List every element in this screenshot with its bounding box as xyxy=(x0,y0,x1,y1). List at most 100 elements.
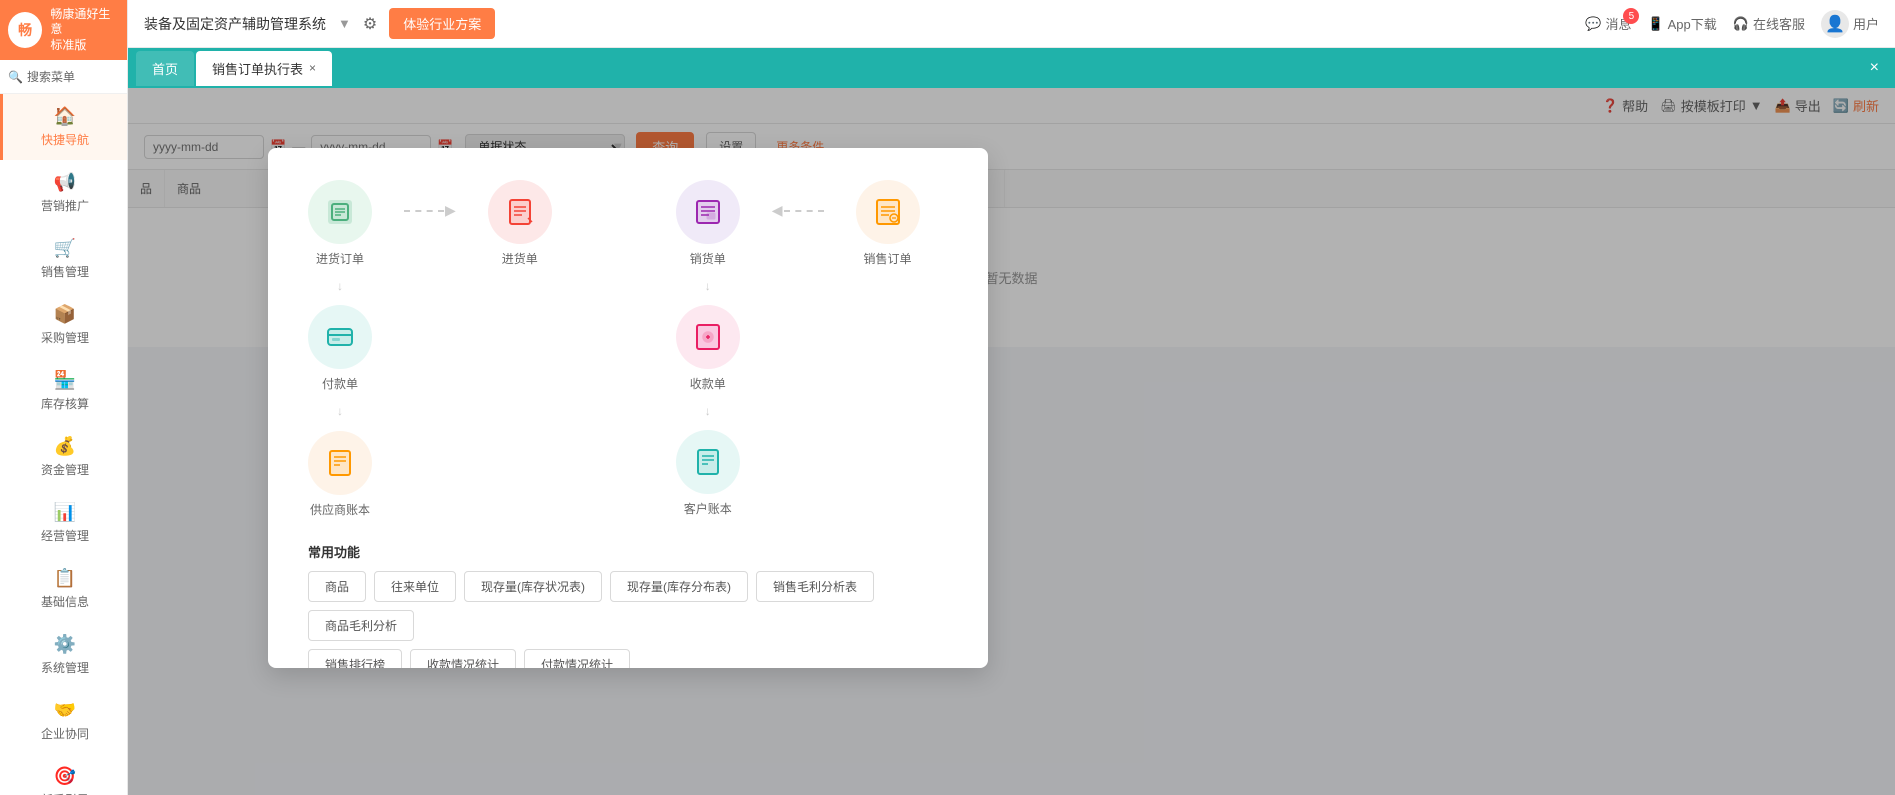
flow-node-payment[interactable]: 付款单 xyxy=(308,305,372,392)
customer-ledger-label: 客户账本 xyxy=(684,500,732,517)
sales-icon: 🛒 xyxy=(54,238,76,259)
sales-bill-icon xyxy=(676,180,740,244)
sidebar-item-marketing[interactable]: 📢 营销推广 xyxy=(0,160,127,226)
dropdown-icon[interactable]: ▼ xyxy=(338,16,351,31)
sidebar-item-enterprise[interactable]: 🤝 企业协同 xyxy=(0,688,127,754)
finance-icon: 💰 xyxy=(54,436,76,457)
sidebar-item-newbie[interactable]: 🎯 新手引导 xyxy=(0,754,127,795)
user-avatar: 👤 xyxy=(1821,10,1849,38)
flow-node-sales-order[interactable]: 销售订单 xyxy=(856,180,920,267)
tab-home[interactable]: 首页 xyxy=(136,51,194,86)
online-service-btn[interactable]: 🎧 在线客服 xyxy=(1733,14,1805,33)
sidebar-item-purchase[interactable]: 📦 采购管理 xyxy=(0,292,127,358)
modal-content: 进货订单 ↓ 付款单 xyxy=(268,148,988,668)
receipt-icon xyxy=(676,305,740,369)
arrow-down-2: ↓ xyxy=(337,404,343,418)
flow-node-customer-ledger[interactable]: 客户账本 xyxy=(676,430,740,517)
purchase-bill-label: 进货单 xyxy=(502,250,538,267)
enterprise-icon: 🤝 xyxy=(54,700,76,721)
modal-overlay[interactable]: 进货订单 ↓ 付款单 xyxy=(128,88,1895,795)
common-btn-sales-gross[interactable]: 销售毛利分析表 xyxy=(756,571,874,602)
purchase-bill-icon xyxy=(488,180,552,244)
main-area: 装备及固定资产辅助管理系统 ▼ ⚙ 体验行业方案 💬 消息 5 📱 App下载 … xyxy=(128,0,1895,795)
arrow-down-3: ↓ xyxy=(705,279,711,293)
search-icon: 🔍 xyxy=(8,70,23,84)
h-arrow-2: ◀ xyxy=(772,180,824,219)
arrow-down-1: ↓ xyxy=(337,279,343,293)
supplier-ledger-icon xyxy=(308,431,372,495)
flow-node-receipt[interactable]: 收款单 xyxy=(676,305,740,392)
sidebar-item-basic[interactable]: 📋 基础信息 xyxy=(0,556,127,622)
sidebar-item-finance[interactable]: 💰 资金管理 xyxy=(0,424,127,490)
purchase-icon: 📦 xyxy=(54,304,76,325)
common-buttons-row2: 销售排行榜 收款情况统计 付款情况统计 xyxy=(308,649,948,668)
common-btn-stock-dist[interactable]: 现存量(库存分布表) xyxy=(610,571,748,602)
flow-node-supplier-ledger[interactable]: 供应商账本 xyxy=(308,431,372,518)
content-area: ❓ 帮助 🖨 按模板打印 ▼ 📤 导出 🔄 刷新 xyxy=(128,88,1895,795)
sidebar-item-operations[interactable]: 📊 经营管理 xyxy=(0,490,127,556)
purchase-order-icon xyxy=(308,180,372,244)
sidebar-item-inventory[interactable]: 🏪 库存核算 xyxy=(0,358,127,424)
common-functions-section: 常用功能 商品 往来单位 现存量(库存状况表) 现存量(库存分布表) 销售毛利分… xyxy=(308,542,948,668)
sidebar-logo: 畅 畅康通好生意 标准版 xyxy=(0,0,127,60)
payment-icon xyxy=(308,305,372,369)
message-icon: 💬 xyxy=(1585,16,1601,32)
common-title: 常用功能 xyxy=(308,542,948,561)
flow-sales-order-col: 销售订单 xyxy=(856,180,920,267)
common-btn-product[interactable]: 商品 xyxy=(308,571,366,602)
message-btn[interactable]: 💬 消息 5 xyxy=(1585,14,1631,33)
tab-sales-order[interactable]: 销售订单执行表 × xyxy=(196,51,332,86)
newbie-icon: 🎯 xyxy=(54,766,76,787)
experience-btn[interactable]: 体验行业方案 xyxy=(389,8,495,39)
sidebar-item-quick-nav[interactable]: 🏠 快捷导航 xyxy=(0,94,127,160)
logo-text: 畅康通好生意 标准版 xyxy=(50,7,119,54)
top-bar-icons: 💬 消息 5 📱 App下载 🎧 在线客服 👤 用户 xyxy=(1585,10,1879,38)
user-btn[interactable]: 👤 用户 xyxy=(1821,10,1879,38)
common-btn-receipt-stats[interactable]: 收款情况统计 xyxy=(410,649,516,668)
service-icon: 🎧 xyxy=(1733,16,1749,32)
flow-sales-bill-col: 销货单 ↓ 收款单 xyxy=(676,180,740,517)
flow-node-sales-bill[interactable]: 销货单 xyxy=(676,180,740,267)
sidebar-item-system[interactable]: ⚙️ 系统管理 xyxy=(0,622,127,688)
top-bar: 装备及固定资产辅助管理系统 ▼ ⚙ 体验行业方案 💬 消息 5 📱 App下载 … xyxy=(128,0,1895,48)
common-btn-payment-stats[interactable]: 付款情况统计 xyxy=(524,649,630,668)
sales-order-icon xyxy=(856,180,920,244)
payment-label: 付款单 xyxy=(322,375,358,392)
flow-node-purchase-order[interactable]: 进货订单 xyxy=(308,180,372,267)
purchase-order-label: 进货订单 xyxy=(316,250,364,267)
operations-icon: 📊 xyxy=(54,502,76,523)
message-badge: 5 xyxy=(1623,8,1639,24)
sales-bill-label: 销货单 xyxy=(690,250,726,267)
home-icon: 🏠 xyxy=(54,106,76,127)
inventory-icon: 🏪 xyxy=(54,370,76,391)
tab-bar-close-icon[interactable]: × xyxy=(1870,59,1879,77)
customer-ledger-icon xyxy=(676,430,740,494)
flow-modal: 进货订单 ↓ 付款单 xyxy=(268,148,988,668)
tab-close-icon[interactable]: × xyxy=(309,61,316,75)
common-btn-sales-rank[interactable]: 销售排行榜 xyxy=(308,649,402,668)
flow-purchase-bill-col: 进货单 xyxy=(488,180,552,267)
arrow-down-4: ↓ xyxy=(705,404,711,418)
logo-icon: 畅 xyxy=(8,12,42,48)
tab-bar: 首页 销售订单执行表 × × xyxy=(128,48,1895,88)
app-download-btn[interactable]: 📱 App下载 xyxy=(1647,14,1716,33)
common-buttons-row1: 商品 往来单位 现存量(库存状况表) 现存量(库存分布表) 销售毛利分析表 商品… xyxy=(308,571,948,641)
settings-icon[interactable]: ⚙ xyxy=(363,14,377,34)
supplier-ledger-label: 供应商账本 xyxy=(310,501,370,518)
h-arrow-1: ▶ xyxy=(404,180,456,219)
flow-left-col: 进货订单 ↓ 付款单 xyxy=(308,180,372,518)
system-icon: ⚙️ xyxy=(54,634,76,655)
system-title: 装备及固定资产辅助管理系统 xyxy=(144,14,326,34)
marketing-icon: 📢 xyxy=(54,172,76,193)
download-icon: 📱 xyxy=(1647,16,1663,32)
search-menu[interactable]: 🔍 搜索菜单 xyxy=(0,60,127,94)
flow-node-purchase-bill[interactable]: 进货单 xyxy=(488,180,552,267)
common-btn-product-gross[interactable]: 商品毛利分析 xyxy=(308,610,414,641)
sales-order-label: 销售订单 xyxy=(864,250,912,267)
receipt-label: 收款单 xyxy=(690,375,726,392)
common-btn-counterpart[interactable]: 往来单位 xyxy=(374,571,456,602)
sidebar-item-sales[interactable]: 🛒 销售管理 xyxy=(0,226,127,292)
basic-icon: 📋 xyxy=(54,568,76,589)
common-btn-stock-status[interactable]: 现存量(库存状况表) xyxy=(464,571,602,602)
sidebar-nav: 🏠 快捷导航 📢 营销推广 🛒 销售管理 📦 采购管理 🏪 库存核算 💰 xyxy=(0,94,127,795)
